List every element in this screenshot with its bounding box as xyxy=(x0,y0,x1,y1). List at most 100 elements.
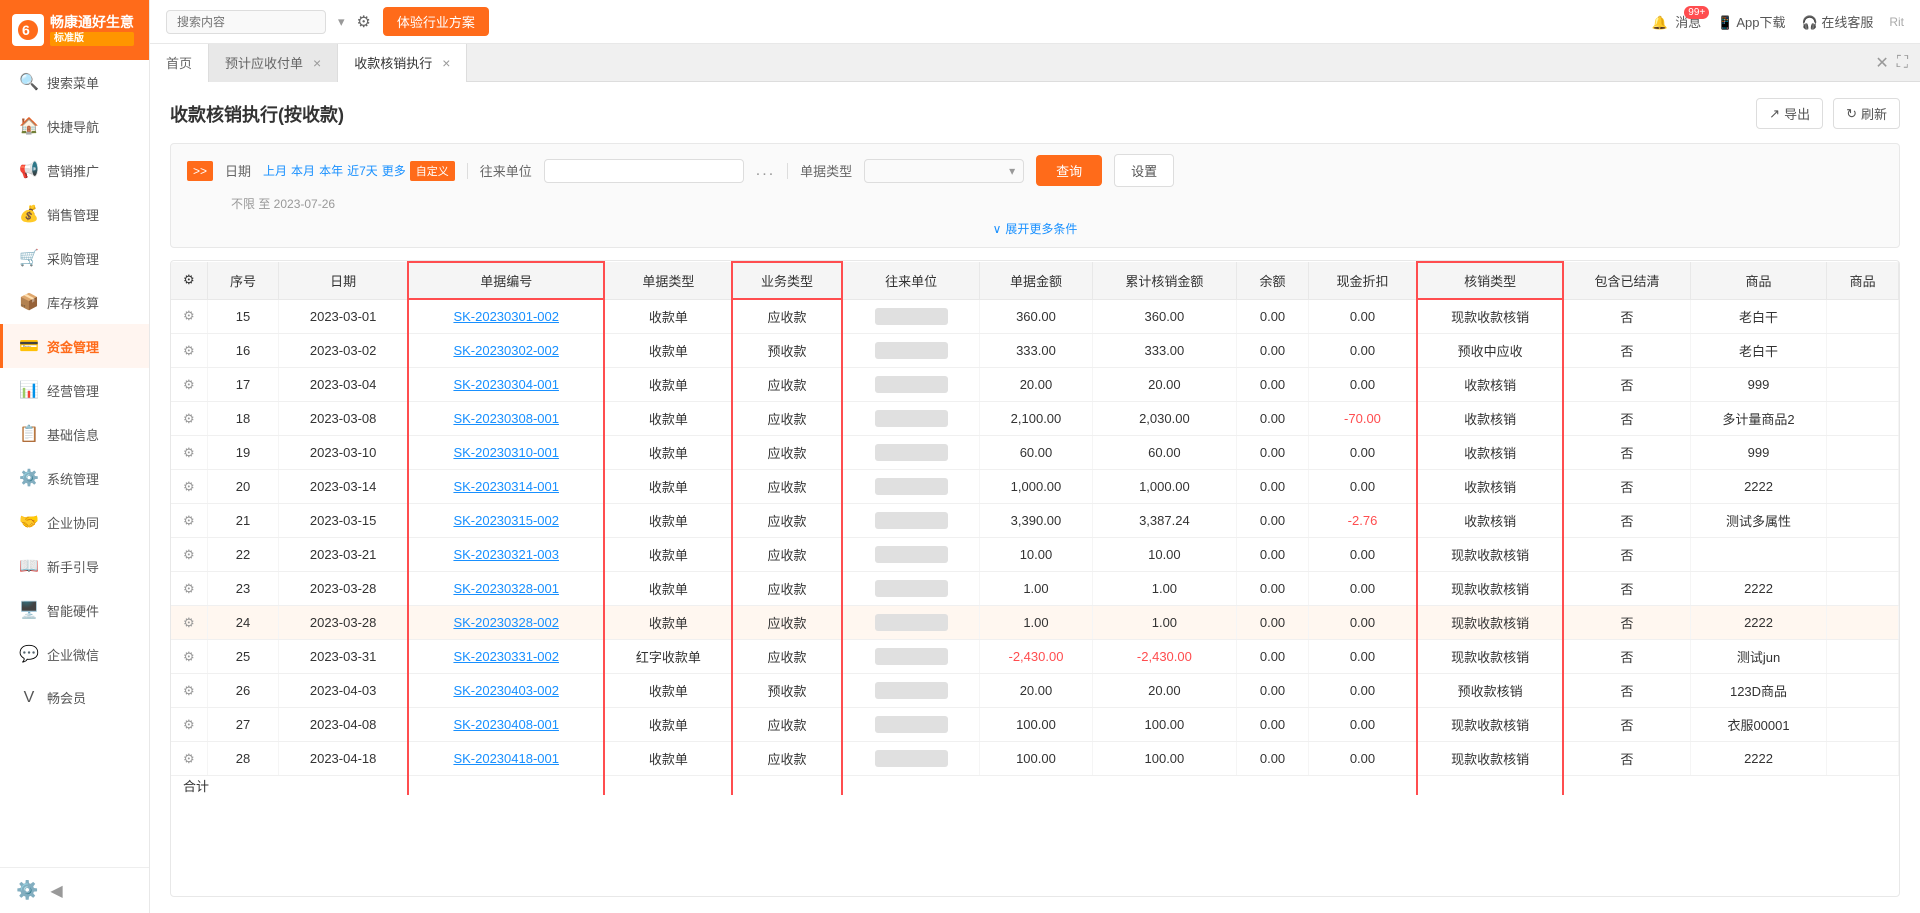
td-bill-no[interactable]: SK-20230310-001 xyxy=(408,436,605,470)
sidebar-item-guide[interactable]: 📖 新手引导 xyxy=(0,544,149,588)
td-bill-type: 收款单 xyxy=(604,708,732,742)
table-row[interactable]: ⚙ 25 2023-03-31 SK-20230331-002 红字收款单 应收… xyxy=(171,640,1899,674)
td-gear[interactable]: ⚙ xyxy=(171,504,207,538)
td-verified-amount: 3,387.24 xyxy=(1092,504,1237,538)
date-link-7days[interactable]: 近7天 xyxy=(347,162,378,179)
sidebar-item-sales[interactable]: 💰 销售管理 xyxy=(0,192,149,236)
sidebar-item-search[interactable]: 🔍 搜索菜单 xyxy=(0,60,149,104)
date-link-this-month[interactable]: 本月 xyxy=(291,162,315,179)
tab-close-all-icon[interactable]: ✕ xyxy=(1875,53,1888,73)
td-bill-no[interactable]: SK-20230314-001 xyxy=(408,470,605,504)
table-row[interactable]: ⚙ 23 2023-03-28 SK-20230328-001 收款单 应收款 … xyxy=(171,572,1899,606)
td-bill-no[interactable]: SK-20230328-001 xyxy=(408,572,605,606)
topbar-dropdown-icon[interactable]: ▾ xyxy=(338,14,345,30)
td-gear[interactable]: ⚙ xyxy=(171,674,207,708)
sidebar-item-hardware[interactable]: 🖥️ 智能硬件 xyxy=(0,588,149,632)
sidebar-item-member[interactable]: V 畅会员 xyxy=(0,676,149,719)
td-partner: ████ xyxy=(842,742,980,776)
sidebar-item-finance[interactable]: 💳 资金管理 xyxy=(0,324,149,368)
td-bill-no[interactable]: SK-20230328-002 xyxy=(408,606,605,640)
td-gear[interactable]: ⚙ xyxy=(171,299,207,334)
sidebar-item-purchase[interactable]: 🛒 采购管理 xyxy=(0,236,149,280)
td-gear[interactable]: ⚙ xyxy=(171,708,207,742)
table-row[interactable]: ⚙ 20 2023-03-14 SK-20230314-001 收款单 应收款 … xyxy=(171,470,1899,504)
sidebar-item-system[interactable]: ⚙️ 系统管理 xyxy=(0,456,149,500)
collapse-icon[interactable]: ◀ xyxy=(50,881,62,901)
td-bill-no[interactable]: SK-20230408-001 xyxy=(408,708,605,742)
table-row[interactable]: ⚙ 18 2023-03-08 SK-20230308-001 收款单 应收款 … xyxy=(171,402,1899,436)
table-row[interactable]: ⚙ 16 2023-03-02 SK-20230302-002 收款单 预收款 … xyxy=(171,334,1899,368)
table-row[interactable]: ⚙ 15 2023-03-01 SK-20230301-002 收款单 应收款 … xyxy=(171,299,1899,334)
td-gear[interactable]: ⚙ xyxy=(171,368,207,402)
table-row[interactable]: ⚙ 19 2023-03-10 SK-20230310-001 收款单 应收款 … xyxy=(171,436,1899,470)
td-discount: -70.00 xyxy=(1308,402,1417,436)
tab-prepay[interactable]: 预计应收付单 × xyxy=(209,44,338,82)
table-row[interactable]: ⚙ 24 2023-03-28 SK-20230328-002 收款单 应收款 … xyxy=(171,606,1899,640)
tab-collection-close[interactable]: × xyxy=(442,55,450,71)
table-row[interactable]: ⚙ 21 2023-03-15 SK-20230315-002 收款单 应收款 … xyxy=(171,504,1899,538)
td-bill-no[interactable]: SK-20230301-002 xyxy=(408,299,605,334)
sidebar-item-operation[interactable]: 📊 经营管理 xyxy=(0,368,149,412)
sidebar-item-basic[interactable]: 📋 基础信息 xyxy=(0,412,149,456)
td-bill-no[interactable]: SK-20230304-001 xyxy=(408,368,605,402)
bill-type-select[interactable]: ▾ xyxy=(864,159,1024,183)
tab-fullscreen-icon[interactable]: ⛶ xyxy=(1897,54,1908,72)
filter-row-date-range: 不限 至 2023-07-26 xyxy=(187,195,1883,212)
sidebar-item-nav[interactable]: 🏠 快捷导航 xyxy=(0,104,149,148)
table-row[interactable]: ⚙ 27 2023-04-08 SK-20230408-001 收款单 应收款 … xyxy=(171,708,1899,742)
td-gear[interactable]: ⚙ xyxy=(171,538,207,572)
td-bill-no[interactable]: SK-20230403-002 xyxy=(408,674,605,708)
industry-solution-button[interactable]: 体验行业方案 xyxy=(383,7,489,36)
td-product1: 衣服00001 xyxy=(1690,708,1827,742)
td-gear[interactable]: ⚙ xyxy=(171,742,207,776)
td-bill-no[interactable]: SK-20230315-002 xyxy=(408,504,605,538)
query-button[interactable]: 查询 xyxy=(1036,155,1102,186)
refresh-button[interactable]: ↻ 刷新 xyxy=(1833,98,1900,129)
td-gear[interactable]: ⚙ xyxy=(171,334,207,368)
topbar-search-input[interactable] xyxy=(166,10,326,34)
td-gear[interactable]: ⚙ xyxy=(171,402,207,436)
td-bill-no[interactable]: SK-20230321-003 xyxy=(408,538,605,572)
table-row[interactable]: ⚙ 26 2023-04-03 SK-20230403-002 收款单 预收款 … xyxy=(171,674,1899,708)
td-gear[interactable]: ⚙ xyxy=(171,470,207,504)
tab-prepay-close[interactable]: × xyxy=(313,55,321,71)
td-date: 2023-03-15 xyxy=(279,504,408,538)
date-custom-button[interactable]: 自定义 xyxy=(410,161,455,181)
filter-toggle-button[interactable]: >> xyxy=(187,161,213,181)
expand-conditions-button[interactable]: ∨ 展开更多条件 xyxy=(993,220,1078,237)
td-gear[interactable]: ⚙ xyxy=(171,436,207,470)
partner-filter-input[interactable] xyxy=(544,159,744,183)
date-link-this-year[interactable]: 本年 xyxy=(319,162,343,179)
td-gear[interactable]: ⚙ xyxy=(171,640,207,674)
td-bill-no[interactable]: SK-20230418-001 xyxy=(408,742,605,776)
td-bill-no[interactable]: SK-20230308-001 xyxy=(408,402,605,436)
setting-button[interactable]: 设置 xyxy=(1114,154,1174,187)
date-link-more[interactable]: 更多 xyxy=(382,162,406,179)
td-product1: 测试jun xyxy=(1690,640,1827,674)
online-service-link[interactable]: 🎧 在线客服 xyxy=(1802,12,1874,31)
app-download-link[interactable]: 📱 App下载 xyxy=(1717,12,1785,31)
table-row[interactable]: ⚙ 17 2023-03-04 SK-20230304-001 收款单 应收款 … xyxy=(171,368,1899,402)
th-gear[interactable]: ⚙ xyxy=(171,262,207,299)
td-gear[interactable]: ⚙ xyxy=(171,606,207,640)
table-row[interactable]: ⚙ 28 2023-04-18 SK-20230418-001 收款单 应收款 … xyxy=(171,742,1899,776)
date-link-last-month[interactable]: 上月 xyxy=(263,162,287,179)
topbar-gear-icon[interactable]: ⚙ xyxy=(357,12,371,32)
sidebar-item-marketing[interactable]: 📢 营销推广 xyxy=(0,148,149,192)
td-biz-type: 应收款 xyxy=(732,640,842,674)
td-verified-amount: 60.00 xyxy=(1092,436,1237,470)
sidebar-item-inventory[interactable]: 📦 库存核算 xyxy=(0,280,149,324)
settings-icon[interactable]: ⚙️ xyxy=(16,880,38,901)
td-bill-no[interactable]: SK-20230302-002 xyxy=(408,334,605,368)
td-bill-no[interactable]: SK-20230331-002 xyxy=(408,640,605,674)
user-name[interactable]: Rit xyxy=(1889,15,1904,29)
td-verify-type: 现款收款核销 xyxy=(1417,708,1563,742)
sidebar-item-wechat[interactable]: 💬 企业微信 xyxy=(0,632,149,676)
message-badge[interactable]: 🔔 消息 99+ xyxy=(1651,12,1701,31)
tab-collection[interactable]: 收款核销执行 × xyxy=(338,44,467,82)
sidebar-item-corp[interactable]: 🤝 企业协同 xyxy=(0,500,149,544)
tab-home[interactable]: 首页 xyxy=(150,44,209,82)
export-button[interactable]: ↗ 导出 xyxy=(1756,98,1823,129)
table-row[interactable]: ⚙ 22 2023-03-21 SK-20230321-003 收款单 应收款 … xyxy=(171,538,1899,572)
td-gear[interactable]: ⚙ xyxy=(171,572,207,606)
